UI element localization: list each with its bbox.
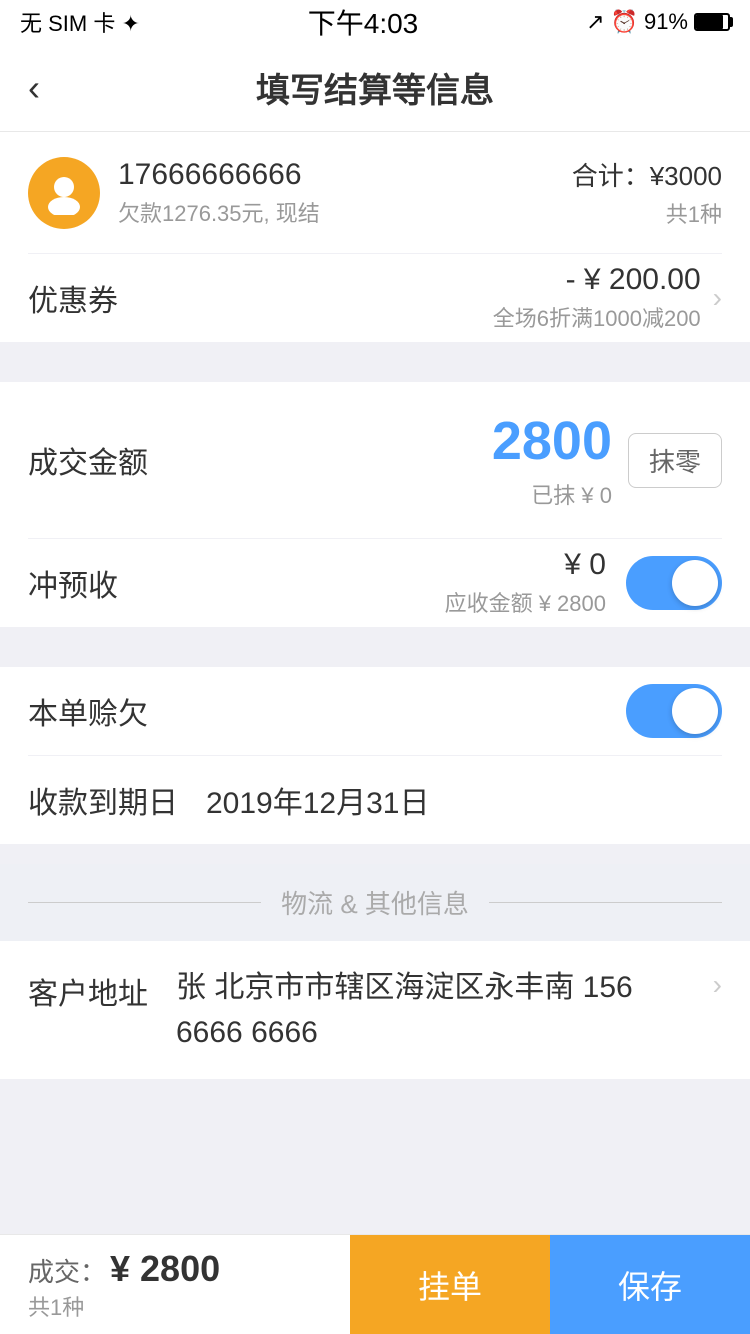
footer: 成交： ¥ 2800 共1种 挂单 保存 [0,1234,750,1334]
avatar [28,157,100,229]
amount-label: 成交金额 [28,438,148,482]
debt-label: 本单赊欠 [28,689,148,733]
prepay-right: ¥ 0 应收金额 ¥ 2800 [445,548,722,618]
battery-text: 91% [644,9,688,35]
round-button[interactable]: 抹零 [628,433,722,488]
amount-row: 成交金额 2800 已抹 ¥ 0 抹零 [0,382,750,538]
divider-line-left [28,902,261,903]
section-label-row: 物流 & 其他信息 [0,864,750,941]
prepay-toggle[interactable] [626,556,722,610]
section-label-text: 物流 & 其他信息 [281,884,469,921]
coupon-chevron-icon: › [713,282,722,314]
customer-info: 17666666666 欠款1276.35元, 现结 [118,158,320,228]
coupon-row[interactable]: 优惠券 - ¥ 200.00 全场6折满1000减200 › [0,254,750,342]
status-time: 下午4:03 [308,2,419,42]
footer-deal-label: 成交： [28,1252,106,1289]
customer-phone: 17666666666 [118,158,320,192]
status-bar: 无 SIM 卡 ✦ 下午4:03 ↗ ⏰ 91% [0,0,750,44]
footer-count: 共1种 [28,1290,322,1322]
customer-total: 合计：¥3000 共1种 [572,156,722,229]
nav-bar: ‹ 填写结算等信息 [0,44,750,132]
amount-sub-text: 已抹 ¥ 0 [492,478,612,510]
prepay-row: 冲预收 ¥ 0 应收金额 ¥ 2800 [0,539,750,627]
amount-right: 2800 已抹 ¥ 0 抹零 [492,410,722,510]
section-gap-1 [0,362,750,382]
back-button[interactable]: ‹ [28,67,40,109]
address-chevron-icon: › [713,965,722,1001]
amount-card: 成交金额 2800 已抹 ¥ 0 抹零 冲预收 ¥ 0 应收金额 ¥ 2800 [0,382,750,627]
date-row: 收款到期日 2019年12月31日 [0,756,750,844]
total-count: 共1种 [572,197,722,229]
address-card: 客户地址 张 北京市市辖区海淀区永丰南 156 6666 6666 › [0,941,750,1079]
battery-icon [694,13,730,31]
coupon-value: - ¥ 200.00 [493,263,701,297]
address-value: 张 北京市市辖区海淀区永丰南 156 6666 6666 [176,965,701,1055]
footer-info: 成交： ¥ 2800 共1种 [0,1235,350,1334]
prepay-sub-text: 应收金额 ¥ 2800 [445,586,606,618]
footer-amount: ¥ 2800 [110,1248,220,1290]
debt-toggle-knob [672,688,718,734]
prepay-main-value: ¥ 0 [445,548,606,582]
page-title: 填写结算等信息 [256,63,494,112]
address-row[interactable]: 客户地址 张 北京市市辖区海淀区永丰南 156 6666 6666 › [0,941,750,1079]
section-gap-2 [0,647,750,667]
bottom-fill [0,1099,750,1219]
date-label: 收款到期日 [28,778,178,822]
amount-main-value: 2800 [492,410,612,472]
customer-left: 17666666666 欠款1276.35元, 现结 [28,157,320,229]
alarm-icon: ⏰ [611,9,638,35]
footer-deal-row: 成交： ¥ 2800 [28,1248,322,1290]
hang-button[interactable]: 挂单 [350,1235,550,1334]
debt-card: 本单赊欠 收款到期日 2019年12月31日 [0,667,750,844]
sim-text: 无 SIM 卡 ✦ [20,6,140,38]
status-left: 无 SIM 卡 ✦ [20,6,140,38]
main-content: 17666666666 欠款1276.35元, 现结 合计：¥3000 共1种 … [0,132,750,1219]
toggle-knob [672,560,718,606]
customer-row: 17666666666 欠款1276.35元, 现结 合计：¥3000 共1种 [0,132,750,253]
coupon-value-block: - ¥ 200.00 全场6折满1000减200 [493,263,701,333]
amount-value-block: 2800 已抹 ¥ 0 [492,410,612,510]
location-icon: ↗ [586,9,604,35]
date-value: 2019年12月31日 [206,778,429,822]
prepay-amounts: ¥ 0 应收金额 ¥ 2800 [445,548,606,618]
customer-subtext: 欠款1276.35元, 现结 [118,196,320,228]
divider-line-right [489,902,722,903]
avatar-icon [42,171,86,215]
coupon-right: - ¥ 200.00 全场6折满1000减200 › [493,263,722,333]
coupon-label: 优惠券 [28,276,118,320]
total-amount: 合计：¥3000 [572,156,722,193]
coupon-sub: 全场6折满1000减200 [493,301,701,333]
customer-card: 17666666666 欠款1276.35元, 现结 合计：¥3000 共1种 … [0,132,750,342]
address-label: 客户地址 [28,965,148,1013]
debt-row: 本单赊欠 [0,667,750,755]
save-button[interactable]: 保存 [550,1235,750,1334]
debt-toggle[interactable] [626,684,722,738]
prepay-label: 冲预收 [28,561,118,605]
status-right: ↗ ⏰ 91% [586,9,730,35]
